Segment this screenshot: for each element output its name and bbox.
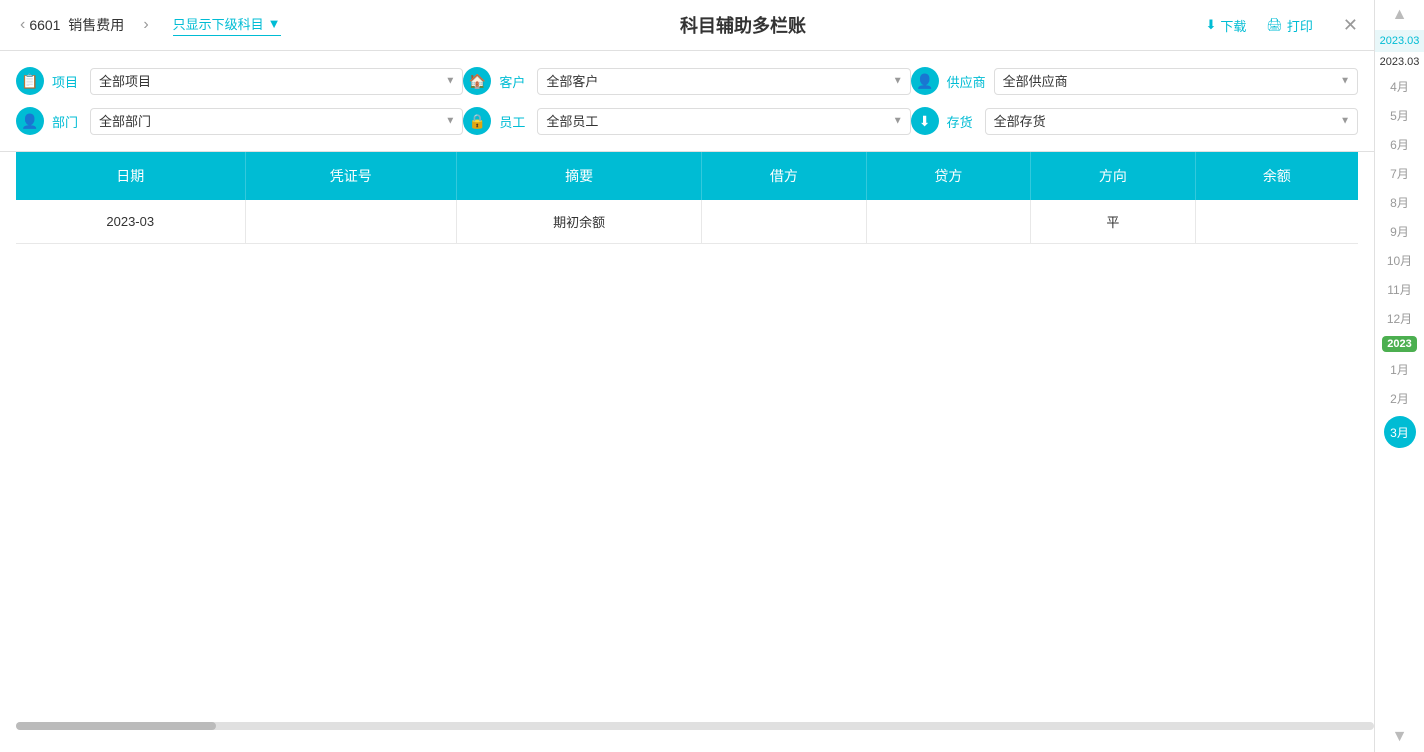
side-month-2[interactable]: 2月 — [1375, 384, 1424, 413]
col-balance: 余额 — [1195, 152, 1358, 200]
department-select[interactable]: 全部部门 — [90, 108, 463, 135]
side-month-3-active[interactable]: 3月 — [1384, 416, 1416, 448]
side-down-btn[interactable]: ▼ — [1375, 722, 1424, 752]
col-summary: 摘要 — [457, 152, 702, 200]
side-month-7[interactable]: 7月 — [1375, 159, 1424, 188]
side-month-11[interactable]: 11月 — [1375, 275, 1424, 304]
department-filter: 👤 部门 全部部门 — [16, 101, 463, 141]
download-icon: ⬇ — [1205, 17, 1216, 33]
employee-filter: 🔒 员工 全部员工 — [463, 101, 910, 141]
table-row[interactable]: 2023-03 期初余额 平 — [16, 200, 1358, 244]
print-btn[interactable]: 🖨 打印 — [1266, 16, 1313, 35]
department-label: 部门 — [52, 112, 82, 131]
employee-select[interactable]: 全部员工 — [537, 108, 910, 135]
download-btn[interactable]: ⬇ 下载 — [1205, 16, 1246, 35]
cell-summary: 期初余额 — [457, 200, 702, 244]
ledger-table: 日期 凭证号 摘要 借方 贷方 方向 余额 2023-03 期初余额 平 — [16, 152, 1358, 244]
project-label: 项目 — [52, 72, 82, 91]
inventory-label: 存货 — [947, 112, 977, 131]
project-filter: 📋 项目 全部项目 — [16, 61, 463, 101]
customer-label: 客户 — [499, 72, 529, 91]
project-icon: 📋 — [16, 67, 44, 95]
department-icon: 👤 — [16, 107, 44, 135]
customer-filter: 🏠 客户 全部客户 — [463, 61, 910, 101]
show-sub-arrow: ▼ — [268, 16, 281, 31]
employee-label: 员工 — [499, 112, 529, 131]
cell-direction: 平 — [1031, 200, 1196, 244]
show-sub-filter[interactable]: 只显示下级科目 ▼ — [173, 14, 281, 36]
print-icon: 🖨 — [1266, 17, 1283, 33]
side-current-date[interactable]: 2023.03 — [1375, 52, 1424, 72]
employee-icon: 🔒 — [463, 107, 491, 135]
account-input[interactable] — [29, 17, 139, 33]
col-direction: 方向 — [1031, 152, 1196, 200]
cell-balance — [1195, 200, 1358, 244]
supplier-icon: 👤 — [911, 67, 939, 95]
close-btn[interactable]: ✕ — [1343, 15, 1358, 36]
year-badge: 2023 — [1382, 336, 1416, 352]
col-voucher: 凭证号 — [245, 152, 457, 200]
print-label: 打印 — [1287, 16, 1313, 35]
inventory-filter: ⬇ 存货 全部存货 — [911, 101, 1358, 141]
side-date-header[interactable]: 2023.03 — [1375, 30, 1424, 52]
prev-account-btn[interactable]: ‹ — [16, 16, 29, 34]
side-month-6[interactable]: 6月 — [1375, 130, 1424, 159]
side-month-1[interactable]: 1月 — [1375, 355, 1424, 384]
show-sub-label: 只显示下级科目 — [173, 14, 264, 33]
inventory-select[interactable]: 全部存货 — [985, 108, 1358, 135]
page-title: 科目辅助多栏账 — [281, 12, 1206, 38]
supplier-filter: 👤 供应商 全部供应商 — [911, 61, 1358, 101]
col-credit: 贷方 — [866, 152, 1031, 200]
project-select[interactable]: 全部项目 — [90, 68, 463, 95]
customer-icon: 🏠 — [463, 67, 491, 95]
col-date: 日期 — [16, 152, 245, 200]
side-month-8[interactable]: 8月 — [1375, 188, 1424, 217]
next-account-btn[interactable]: › — [139, 16, 152, 34]
cell-voucher — [245, 200, 457, 244]
scroll-thumb[interactable] — [16, 722, 216, 730]
horizontal-scrollbar[interactable] — [16, 722, 1374, 730]
side-month-4[interactable]: 4月 — [1375, 72, 1424, 101]
col-debit: 借方 — [702, 152, 867, 200]
supplier-label: 供应商 — [947, 72, 986, 91]
cell-date: 2023-03 — [16, 200, 245, 244]
customer-select[interactable]: 全部客户 — [537, 68, 910, 95]
side-month-10[interactable]: 10月 — [1375, 246, 1424, 275]
cell-credit — [866, 200, 1031, 244]
side-month-5[interactable]: 5月 — [1375, 101, 1424, 130]
side-up-btn[interactable]: ▲ — [1375, 0, 1424, 30]
cell-debit — [702, 200, 867, 244]
side-panel: ▲ 2023.03 2023.03 4月 5月 6月 7月 8月 9月 10月 … — [1374, 0, 1424, 752]
side-month-12[interactable]: 12月 — [1375, 304, 1424, 333]
inventory-icon: ⬇ — [911, 107, 939, 135]
side-month-9[interactable]: 9月 — [1375, 217, 1424, 246]
supplier-select[interactable]: 全部供应商 — [994, 68, 1358, 95]
download-label: 下载 — [1220, 16, 1246, 35]
